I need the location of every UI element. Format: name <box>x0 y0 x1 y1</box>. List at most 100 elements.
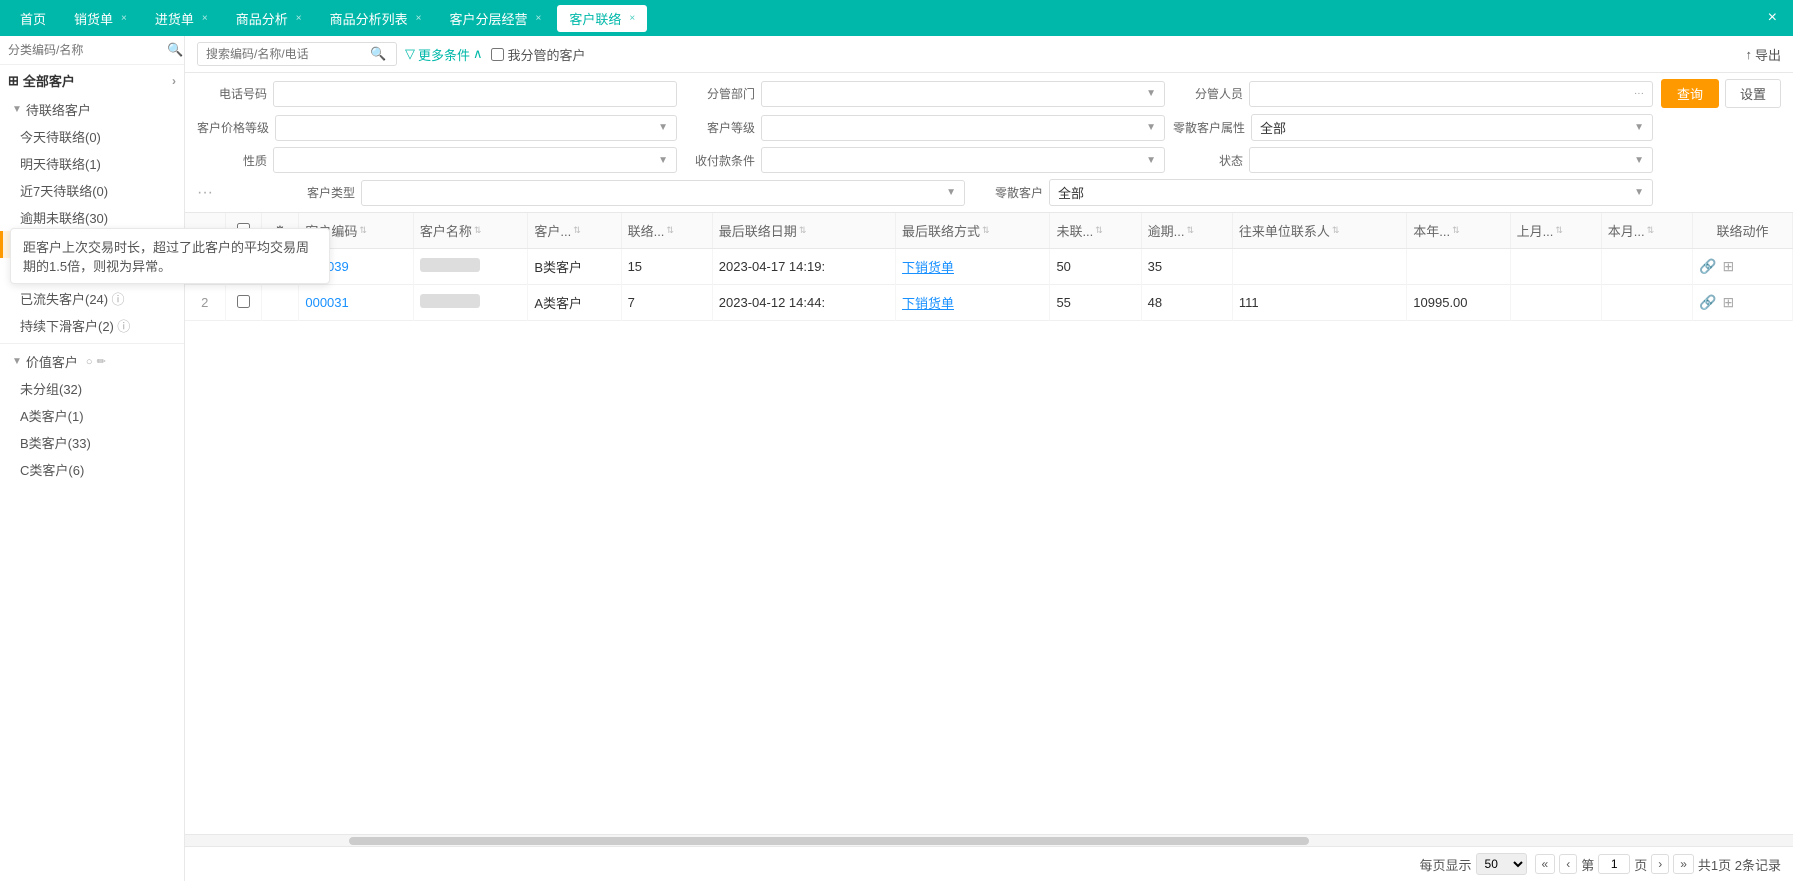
row-person <box>1232 249 1406 285</box>
last-page-btn[interactable]: » <box>1673 854 1694 874</box>
adv-filter-row1: 电话号码 分管部门 ▼ 分管人员 ··· <box>197 79 1781 108</box>
query-button[interactable]: 查询 <box>1661 79 1719 108</box>
nav-purchase[interactable]: 进货单 × <box>143 5 220 32</box>
sidebar-search-icon[interactable]: 🔍 <box>167 42 183 58</box>
per-page-select[interactable]: 50 100 200 <box>1476 853 1527 875</box>
customer-level-select[interactable]: ▼ <box>761 115 1165 141</box>
this-month-sort-icon[interactable]: ⇅ <box>1647 225 1655 236</box>
page-number-input[interactable] <box>1598 854 1630 874</box>
content-area: 🔍 ▽ 更多条件 ∧ 我分管的客户 ↑ 导出 电话号码 <box>185 36 1793 881</box>
row-last-date: 2023-04-12 14:44: <box>712 285 895 321</box>
my-customer-check[interactable] <box>491 48 504 61</box>
window-close-button[interactable]: × <box>1760 9 1785 27</box>
nav-product-analysis-list[interactable]: 商品分析列表 × <box>318 5 434 32</box>
pending-sort-icon[interactable]: ⇅ <box>1095 225 1103 236</box>
phone-input[interactable] <box>273 81 677 107</box>
retail-customer-select[interactable]: 全部 ▼ <box>1049 179 1653 206</box>
dept-select[interactable]: ▼ <box>761 81 1165 107</box>
close-customer-contact-tab[interactable]: × <box>629 13 635 24</box>
row-last-method[interactable]: 下销货单 <box>895 285 1049 321</box>
close-sales-tab[interactable]: × <box>121 13 127 24</box>
close-customer-tier-tab[interactable]: × <box>535 13 541 24</box>
last-month-sort-icon[interactable]: ⇅ <box>1555 225 1563 236</box>
sidebar-overdue-pending[interactable]: 逾期未联络(30) <box>0 204 184 231</box>
horizontal-scrollbar[interactable] <box>185 834 1793 846</box>
status-select[interactable]: ▼ <box>1249 147 1653 173</box>
row-code[interactable]: 000031 <box>299 285 414 321</box>
continuous-down-info-icon[interactable]: ⓘ <box>117 319 130 334</box>
blurred-name <box>420 258 480 272</box>
action-grid-icon[interactable]: ⊞ <box>1722 294 1734 311</box>
action-link-icon[interactable]: 🔗 <box>1699 258 1716 275</box>
row-checkbox[interactable] <box>237 295 250 308</box>
value-customer-group[interactable]: ▼ 价值客户 ○ ✏ <box>0 348 184 375</box>
name-sort-icon[interactable]: ⇅ <box>474 225 482 236</box>
contact-sort-icon[interactable]: ⇅ <box>666 225 674 236</box>
last-method-link[interactable]: 下销货单 <box>902 260 954 275</box>
code-sort-icon[interactable]: ⇅ <box>359 225 367 236</box>
nav-home[interactable]: 首页 <box>8 5 58 32</box>
nav-product-analysis[interactable]: 商品分析 × <box>224 5 314 32</box>
value-customer-edit-icon[interactable]: ○ <box>86 356 93 368</box>
this-year-sort-icon[interactable]: ⇅ <box>1452 225 1460 236</box>
action-link-icon[interactable]: 🔗 <box>1699 294 1716 311</box>
payment-terms-select[interactable]: ▼ <box>761 147 1165 173</box>
row-overdue: 35 <box>1141 249 1232 285</box>
last-date-sort-icon[interactable]: ⇅ <box>799 225 807 236</box>
sidebar-tomorrow-pending[interactable]: 明天待联络(1) <box>0 150 184 177</box>
collapse-btn[interactable]: › <box>172 74 176 88</box>
export-button[interactable]: ↑ 导出 <box>1745 45 1781 64</box>
close-purchase-tab[interactable]: × <box>202 13 208 24</box>
scroll-thumb[interactable] <box>349 837 1309 845</box>
sidebar-today-pending[interactable]: 今天待联络(0) <box>0 123 184 150</box>
row-contact: 15 <box>621 249 712 285</box>
last-method-sort-icon[interactable]: ⇅ <box>982 225 990 236</box>
adv-filter-row4: ··· 客户类型 ▼ 零散客户 全部 ▼ <box>197 179 1781 206</box>
sidebar-class-b[interactable]: B类客户(33) <box>0 429 184 456</box>
first-page-btn[interactable]: « <box>1535 854 1556 874</box>
last-method-link[interactable]: 下销货单 <box>902 296 954 311</box>
close-product-analysis-tab[interactable]: × <box>296 13 302 24</box>
close-product-analysis-list-tab[interactable]: × <box>416 13 422 24</box>
retail-attr-field: 零散客户属性 全部 ▼ <box>1173 114 1653 141</box>
col-last-month-header: 上月...⇅ <box>1510 213 1601 249</box>
pending-contact-group[interactable]: ▼ 待联络客户 <box>0 96 184 123</box>
sidebar-already-lost[interactable]: 已流失客户(24) ⓘ <box>0 285 184 312</box>
customer-type-select[interactable]: ▼ <box>361 180 965 206</box>
nav-customer-contact[interactable]: 客户联络 × <box>557 5 647 32</box>
already-lost-info-icon[interactable]: ⓘ <box>111 292 124 307</box>
nature-select[interactable]: ▼ <box>273 147 677 173</box>
type-sort-icon[interactable]: ⇅ <box>573 225 581 236</box>
more-conditions-btn[interactable]: ▽ 更多条件 ∧ <box>405 45 483 64</box>
value-customer-settings-icon[interactable]: ✏ <box>97 355 106 368</box>
price-level-chevron-icon: ▼ <box>658 122 668 133</box>
price-level-select[interactable]: ▼ <box>275 115 677 141</box>
table-row: 1 000039 B类客户 15 2023-04-17 14:19: 下销货单 … <box>185 249 1793 285</box>
search-input[interactable] <box>206 47 366 61</box>
all-customers-header[interactable]: ⊞ 全部客户 › <box>0 65 184 96</box>
more-dots-icon[interactable]: ··· <box>197 184 213 202</box>
payment-terms-field: 收付款条件 ▼ <box>685 147 1165 173</box>
col-this-year-header: 本年...⇅ <box>1407 213 1510 249</box>
sidebar-unclassified[interactable]: 未分组(32) <box>0 375 184 402</box>
person-sort-icon[interactable]: ⇅ <box>1332 225 1340 236</box>
search-icon[interactable]: 🔍 <box>370 46 386 62</box>
next-page-btn[interactable]: › <box>1651 854 1669 874</box>
action-grid-icon[interactable]: ⊞ <box>1722 258 1734 275</box>
sidebar-class-c[interactable]: C类客户(6) <box>0 456 184 483</box>
retail-attr-select[interactable]: 全部 ▼ <box>1251 114 1653 141</box>
sidebar-week7-pending[interactable]: 近7天待联络(0) <box>0 177 184 204</box>
prev-page-btn[interactable]: ‹ <box>1559 854 1577 874</box>
price-level-field: 客户价格等级 ▼ <box>197 115 677 141</box>
setting-button[interactable]: 设置 <box>1725 79 1781 108</box>
nav-sales[interactable]: 销货单 × <box>62 5 139 32</box>
sidebar-class-a[interactable]: A类客户(1) <box>0 402 184 429</box>
person-select[interactable]: ··· <box>1249 81 1653 107</box>
row-check[interactable] <box>225 285 261 321</box>
row-last-method[interactable]: 下销货单 <box>895 249 1049 285</box>
my-customer-checkbox[interactable]: 我分管的客户 <box>491 45 586 64</box>
sidebar-search-input[interactable] <box>8 43 163 57</box>
overdue-sort-icon[interactable]: ⇅ <box>1187 225 1195 236</box>
nav-customer-tier[interactable]: 客户分层经营 × <box>437 5 553 32</box>
sidebar-continuous-down[interactable]: 持续下滑客户(2) ⓘ <box>0 312 184 339</box>
